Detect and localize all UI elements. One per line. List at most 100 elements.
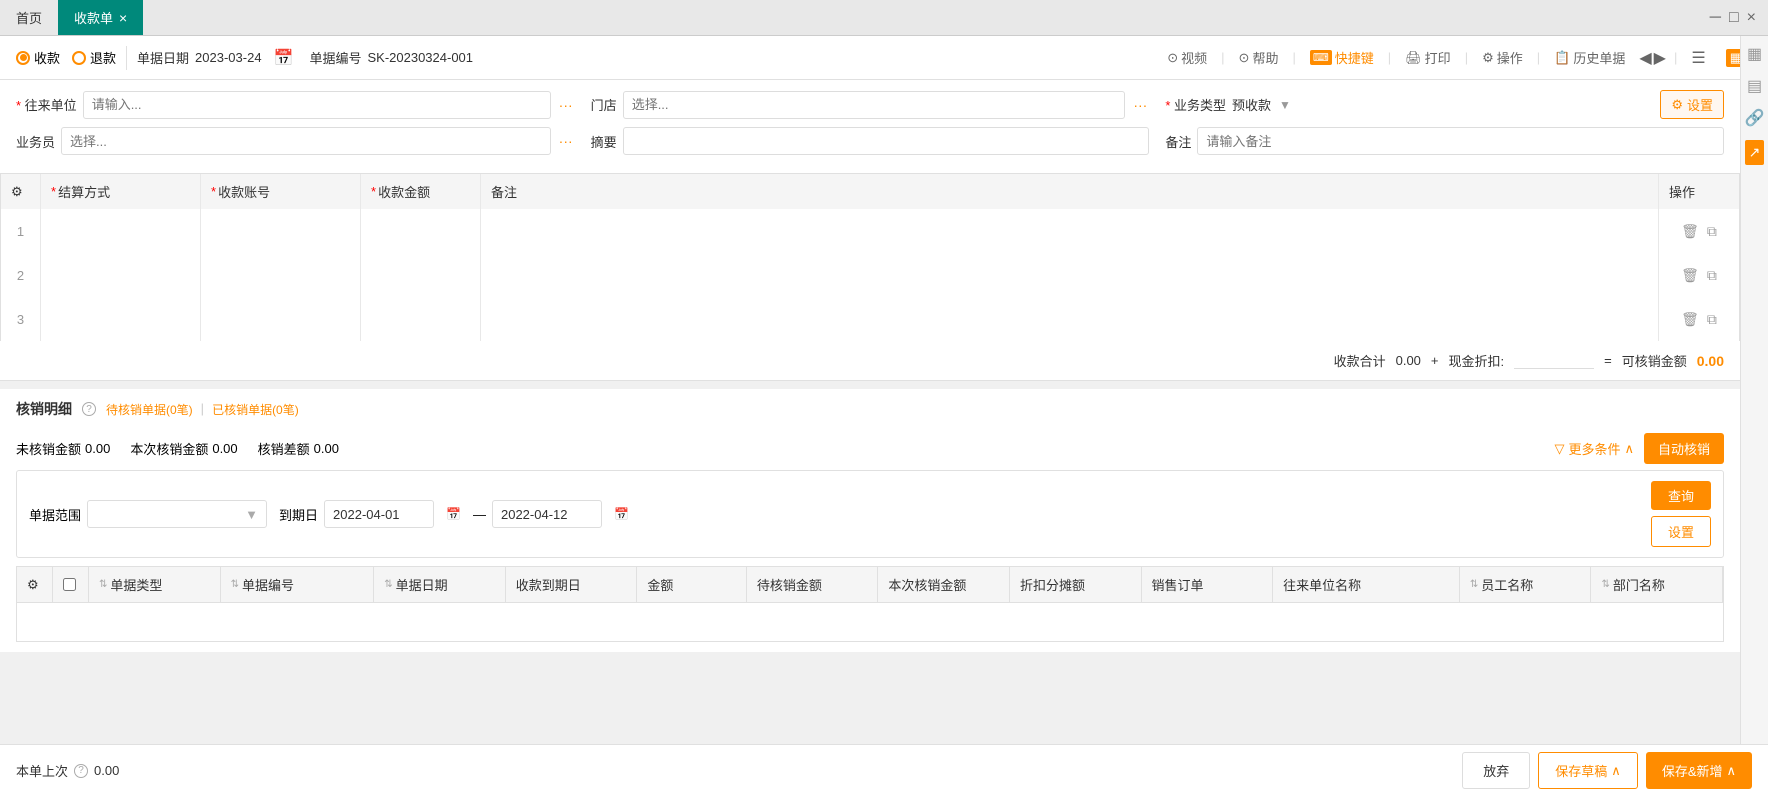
more-conditions-btn[interactable]: ▽ 更多条件 ∧: [1554, 439, 1634, 458]
summary-input[interactable]: [623, 127, 1150, 155]
help-label: 帮助: [1252, 48, 1278, 67]
tab-home[interactable]: 首页: [0, 0, 58, 35]
discount-label: 现金折扣:: [1449, 351, 1505, 370]
discard-btn[interactable]: 放弃: [1462, 752, 1530, 789]
row-3-account[interactable]: [201, 297, 361, 341]
footer-info-icon[interactable]: ?: [74, 764, 88, 778]
row-2-amount[interactable]: [361, 253, 481, 297]
net-label: 可核销金额: [1622, 351, 1687, 370]
sort-icon2: ⇅: [231, 579, 239, 590]
row-2-account[interactable]: [201, 253, 361, 297]
note-input[interactable]: [1197, 127, 1724, 155]
row-3-settlement[interactable]: [41, 297, 201, 341]
draft-dropdown-icon[interactable]: ∧: [1611, 763, 1621, 779]
date-field: 单据日期 2023-03-24 📅: [137, 45, 299, 71]
row-1-remark[interactable]: [481, 209, 1659, 253]
bth-gear[interactable]: ⚙: [17, 567, 53, 602]
calendar-icon[interactable]: 📅: [268, 45, 300, 71]
row-3-remark[interactable]: [481, 297, 1659, 341]
col-gear[interactable]: ⚙: [1, 174, 41, 209]
discount-input[interactable]: [1514, 353, 1594, 369]
divider1: [126, 46, 127, 70]
settings-filter-btn[interactable]: 设置: [1651, 516, 1711, 547]
row-2-copy-icon[interactable]: ⧉: [1707, 267, 1717, 284]
select-all-checkbox[interactable]: [63, 578, 76, 591]
store-field: 门店 ···: [591, 91, 1150, 119]
radio-receipt-label: 收款: [34, 48, 60, 67]
table-row: 1 🗑 ⧉: [0, 209, 1740, 253]
cal-from-icon[interactable]: 📅: [440, 504, 467, 524]
chevron-up-icon: ∧: [1624, 441, 1634, 457]
operations-btn[interactable]: ⚙ 操作: [1476, 45, 1529, 70]
salesperson-input[interactable]: [61, 127, 551, 155]
row-3-copy-icon[interactable]: ⧉: [1707, 311, 1717, 328]
minimize-btn[interactable]: ─: [1710, 9, 1721, 27]
range-dropdown-icon[interactable]: ▼: [245, 507, 258, 522]
search-btn[interactable]: 查询: [1651, 481, 1711, 510]
business-type-dropdown[interactable]: ▼: [1277, 96, 1293, 114]
tab-close-btn[interactable]: ×: [119, 10, 127, 26]
tab-receipt[interactable]: 收款单 ×: [58, 0, 143, 35]
date-from-input[interactable]: [324, 500, 434, 528]
save-new-btn[interactable]: 保存&新增 ∧: [1646, 752, 1752, 789]
partner-input[interactable]: [83, 91, 551, 119]
sort-icon: ⇅: [99, 579, 107, 590]
diff-label: 核销差额: [258, 439, 310, 458]
store-more-btn[interactable]: ···: [1131, 97, 1149, 113]
history-btn[interactable]: 📋 历史单据: [1548, 45, 1631, 70]
partner-more-btn[interactable]: ···: [557, 97, 575, 113]
sidebar-list-icon[interactable]: ▤: [1747, 76, 1762, 96]
settings-icon: ⚙: [1671, 97, 1683, 113]
help-btn[interactable]: ⊙ 帮助: [1233, 45, 1285, 70]
col-settlement-label: 结算方式: [58, 182, 110, 201]
salesperson-more-btn[interactable]: ···: [557, 133, 575, 149]
col-ops-label: 操作: [1669, 182, 1695, 201]
settings-label: 设置: [1687, 95, 1713, 114]
row-3-amount[interactable]: [361, 297, 481, 341]
footer-value: 0.00: [94, 763, 119, 778]
row-2-settlement[interactable]: [41, 253, 201, 297]
section-info-icon[interactable]: ?: [82, 402, 96, 416]
sidebar-expand-icon[interactable]: ↗: [1745, 140, 1765, 165]
current-label: 本次核销金额: [130, 439, 208, 458]
diff-stat: 核销差额 0.00: [258, 439, 339, 458]
list-view-btn[interactable]: ☰: [1685, 45, 1711, 71]
save-dropdown-icon[interactable]: ∧: [1726, 763, 1736, 779]
writeoff-section: 核销明细 ? 待核销单据(0笔) | 已核销单据(0笔) 未核销金额 0.00 …: [0, 389, 1740, 652]
row-1-settlement[interactable]: [41, 209, 201, 253]
done-tab[interactable]: 已核销单据(0笔): [212, 401, 299, 418]
video-btn[interactable]: ⊙ 视频: [1161, 45, 1213, 70]
store-input[interactable]: [623, 91, 1126, 119]
section-tabs: 待核销单据(0笔) | 已核销单据(0笔): [106, 401, 299, 418]
print-btn[interactable]: 🖨 打印: [1399, 45, 1457, 70]
row-1-delete-icon[interactable]: 🗑: [1681, 223, 1699, 240]
sidebar-link-icon[interactable]: 🔗: [1745, 108, 1765, 128]
date-to-input[interactable]: [492, 500, 602, 528]
row-1-account[interactable]: [201, 209, 361, 253]
pending-tab[interactable]: 待核销单据(0笔): [106, 401, 193, 418]
toolbar: 收款 退款 单据日期 2023-03-24 📅 单据编号 SK-20230324…: [0, 36, 1768, 80]
sep6: |: [1674, 50, 1677, 65]
auto-writeoff-btn[interactable]: 自动核销: [1644, 433, 1724, 464]
row-2-delete-icon[interactable]: 🗑: [1681, 267, 1699, 284]
save-draft-btn[interactable]: 保存草稿 ∧: [1538, 752, 1638, 789]
sidebar-grid-icon[interactable]: ▦: [1747, 44, 1762, 64]
row-1-copy-icon[interactable]: ⧉: [1707, 223, 1717, 240]
prev-btn[interactable]: ◀: [1639, 48, 1651, 68]
radio-refund[interactable]: 退款: [72, 48, 116, 67]
shortcut-btn[interactable]: ⌨ 快捷键: [1304, 45, 1380, 70]
row-1-amount[interactable]: [361, 209, 481, 253]
form-row-2: 业务员 ··· 摘要 备注: [16, 127, 1724, 155]
settings-btn-form[interactable]: ⚙ 设置: [1660, 90, 1724, 119]
history-icon: 📋: [1554, 50, 1570, 66]
close-btn[interactable]: ×: [1747, 9, 1756, 27]
radio-receipt[interactable]: 收款: [16, 48, 60, 67]
tab-bar: 首页 收款单 × ─ □ ×: [0, 0, 1768, 36]
maximize-btn[interactable]: □: [1729, 9, 1739, 27]
next-btn[interactable]: ▶: [1654, 48, 1666, 68]
bth-partner: 往来单位名称: [1273, 567, 1460, 602]
cal-to-icon[interactable]: 📅: [608, 504, 635, 524]
row-3-delete-icon[interactable]: 🗑: [1681, 311, 1699, 328]
row-2-remark[interactable]: [481, 253, 1659, 297]
bottom-table-header: ⚙ ⇅ 单据类型 ⇅ 单据编号 ⇅ 单据日期 收款到期日 金额: [16, 566, 1724, 602]
